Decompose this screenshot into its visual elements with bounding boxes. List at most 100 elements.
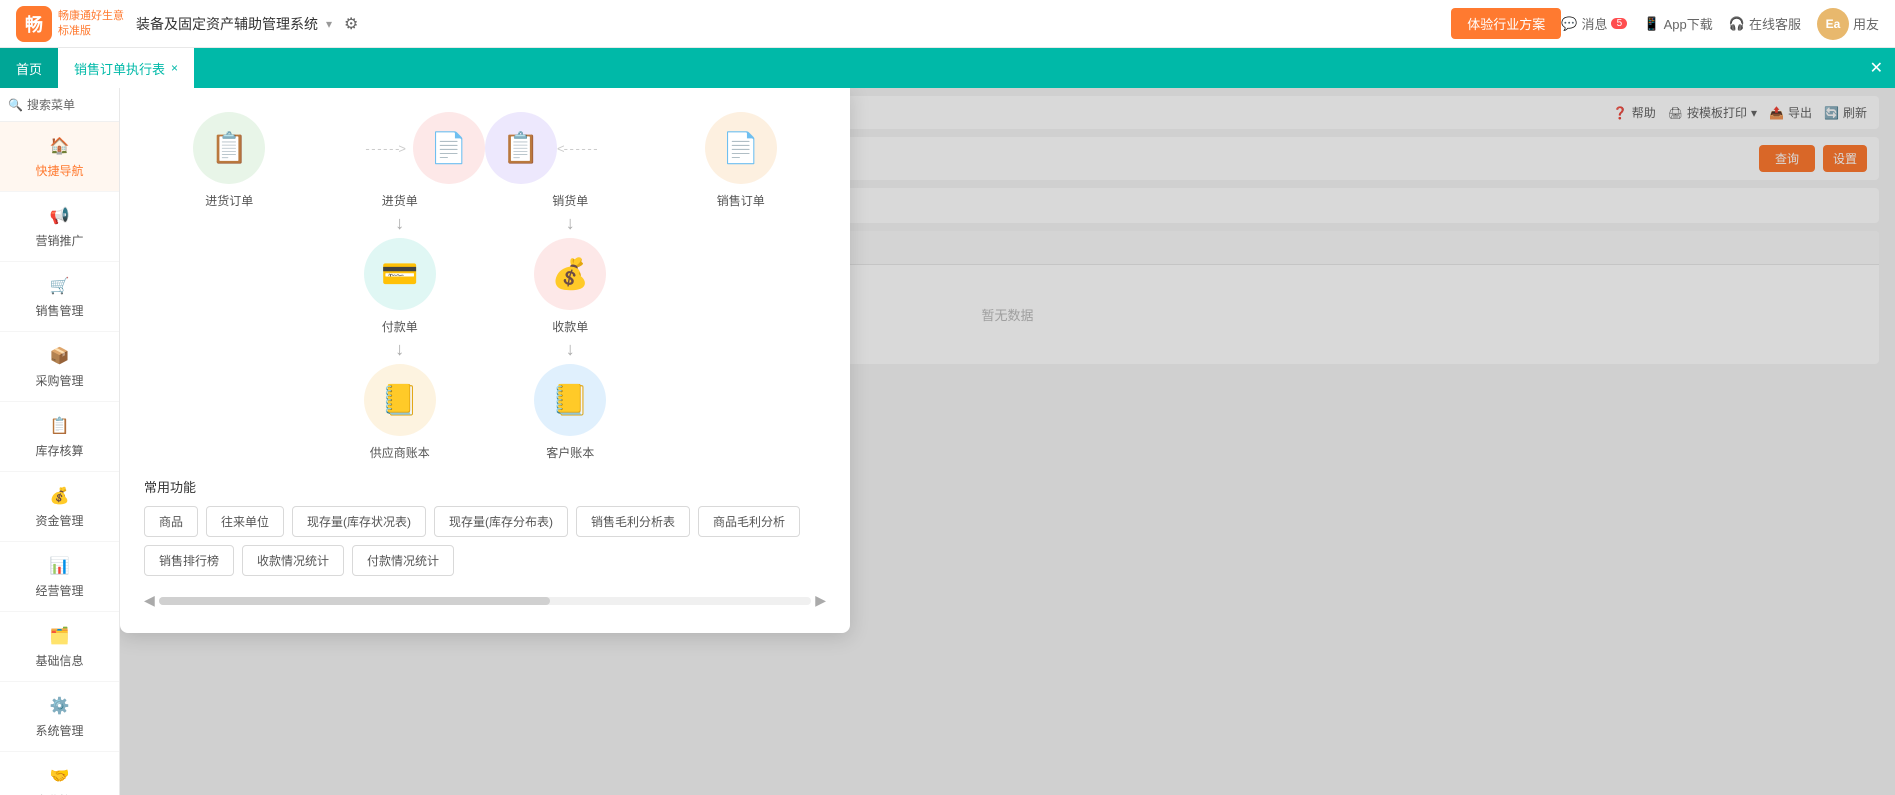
sidebar-item-label: 快捷导航	[35, 162, 83, 179]
sidebar-item-marketing[interactable]: 📢 营销推广	[0, 192, 119, 262]
sidebar-item-operations[interactable]: 📊 经营管理	[0, 542, 119, 612]
tab-home[interactable]: 首页	[0, 48, 58, 88]
sidebar-item-label: 系统管理	[35, 722, 83, 739]
purchase-order-icon: 📋	[193, 112, 265, 184]
customer-ledger-icon: 📒	[534, 364, 606, 436]
main-layout: 🔍 搜索菜单 🏠 快捷导航 📢 营销推广 🛒 销售管理 📦 采购管理 📋 库存核…	[0, 88, 1895, 795]
message-icon: 💬	[1561, 16, 1577, 32]
trial-button[interactable]: 体验行业方案	[1451, 8, 1561, 39]
home-icon: 🏠	[48, 134, 72, 158]
operations-icon: 📊	[48, 554, 72, 578]
cf-btn-payment-stats[interactable]: 付款情况统计	[352, 545, 454, 576]
sidebar-item-label: 采购管理	[35, 372, 83, 389]
purchase-order-label: 进货订单	[205, 192, 253, 209]
sidebar-search[interactable]: 🔍 搜索菜单	[0, 88, 119, 122]
online-service-item[interactable]: 🎧 在线客服	[1729, 14, 1801, 33]
cf-btn-partner[interactable]: 往来单位	[206, 506, 284, 537]
cf-btn-stock-dist[interactable]: 现存量(库存分布表)	[434, 506, 568, 537]
flow-item-purchase-order[interactable]: 📋 进货订单	[144, 112, 315, 209]
user-area[interactable]: Ea 用友	[1817, 8, 1879, 40]
flow-item-supplier-ledger[interactable]: 📒 供应商账本	[315, 364, 486, 461]
sidebar-item-label: 经营管理	[35, 582, 83, 599]
receipt-icon: 💰	[534, 238, 606, 310]
cf-btn-receipt-stats[interactable]: 收款情况统计	[242, 545, 344, 576]
arrow-down-purchase: ↓	[315, 209, 486, 238]
cf-buttons: 商品 往来单位 现存量(库存状况表) 现存量(库存分布表) 销售毛利分析表 商品…	[144, 506, 826, 537]
system-dropdown-arrow[interactable]: ▾	[326, 17, 332, 31]
user-name: 用友	[1853, 14, 1879, 33]
purchase-bill-icon: 📄	[413, 112, 485, 184]
flow-item-sales-order[interactable]: 📄 销售订单	[656, 112, 827, 209]
flow-item-customer-ledger[interactable]: 📒 客户账本	[485, 364, 656, 461]
app-download-label: App下载	[1664, 14, 1713, 33]
search-icon: 🔍	[8, 98, 23, 112]
headset-icon: 🎧	[1729, 16, 1745, 32]
home-tab-label: 首页	[16, 59, 42, 78]
scroll-right-icon[interactable]: ▶	[815, 592, 826, 609]
tab-close-icon[interactable]: ×	[171, 61, 178, 75]
flow-item-receipt[interactable]: 💰 收款单	[485, 238, 656, 335]
sidebar-item-finance[interactable]: 💰 资金管理	[0, 472, 119, 542]
arrow-down-receipt: ↓	[485, 335, 656, 364]
popup-overlay: 📋 进货订单 - - - - - -> 📄	[120, 88, 1895, 795]
system-title-text: 装备及固定资产辅助管理系统	[136, 14, 318, 34]
sidebar-item-base-info[interactable]: 🗂️ 基础信息	[0, 612, 119, 682]
flow-col-3: 📋 <- - - - - - 销货单	[485, 112, 656, 209]
top-header: 畅 畅康通好生意 标准版 装备及固定资产辅助管理系统 ▾ ⚙ 体验行业方案 💬 …	[0, 0, 1895, 48]
sidebar-item-system[interactable]: ⚙️ 系统管理	[0, 682, 119, 752]
sidebar-item-sales[interactable]: 🛒 销售管理	[0, 262, 119, 332]
supplier-ledger-icon: 📒	[364, 364, 436, 436]
sidebar-item-label: 资金管理	[35, 512, 83, 529]
phone-icon: 📱	[1643, 16, 1659, 32]
common-functions: 常用功能 商品 往来单位 现存量(库存状况表) 现存量(库存分布表) 销售毛利分…	[144, 477, 826, 576]
marketing-icon: 📢	[48, 204, 72, 228]
tab-sales-order[interactable]: 销售订单执行表 ×	[58, 48, 194, 88]
sidebar-item-enterprise[interactable]: 🤝 企业协同	[0, 752, 119, 795]
message-badge: 5	[1611, 18, 1627, 29]
sales-bill-label: 销货单	[552, 192, 588, 209]
flow-diagram: 📋 进货订单 - - - - - -> 📄	[144, 112, 826, 461]
supplier-ledger-label: 供应商账本	[370, 444, 430, 461]
sidebar-item-purchase[interactable]: 📦 采购管理	[0, 332, 119, 402]
header-right: 💬 消息 5 📱 App下载 🎧 在线客服 Ea 用友	[1561, 8, 1879, 40]
message-item[interactable]: 💬 消息 5	[1561, 14, 1627, 33]
enterprise-icon: 🤝	[48, 764, 72, 788]
window-close-icon[interactable]: ✕	[1870, 58, 1883, 78]
cf-btn-sales-gross[interactable]: 销售毛利分析表	[576, 506, 690, 537]
app-download-item[interactable]: 📱 App下载	[1643, 14, 1712, 33]
flow-item-payment[interactable]: 💳 付款单	[315, 238, 486, 335]
flow-col-2: - - - - - -> 📄 进货单	[315, 112, 486, 209]
purchase-bill-label: 进货单	[382, 192, 418, 209]
gear-icon[interactable]: ⚙	[344, 14, 358, 34]
content-area: ❓ 帮助 🖨 按模板打印 ▾ 📤 导出 🔄 刷新	[120, 88, 1895, 795]
cf-btn-product[interactable]: 商品	[144, 506, 198, 537]
sidebar-item-label: 库存核算	[35, 442, 83, 459]
sales-bill-icon: 📋	[485, 112, 557, 184]
sidebar-item-inventory[interactable]: 📋 库存核算	[0, 402, 119, 472]
scrollbar-track[interactable]	[159, 597, 811, 605]
sales-order-label: 销售订单	[717, 192, 765, 209]
sidebar-item-quick-nav[interactable]: 🏠 快捷导航	[0, 122, 119, 192]
payment-icon: 💳	[364, 238, 436, 310]
system-icon: ⚙️	[48, 694, 72, 718]
base-info-icon: 🗂️	[48, 624, 72, 648]
purchase-icon: 📦	[48, 344, 72, 368]
sales-order-tab-label: 销售订单执行表	[74, 59, 165, 78]
cf-btn-product-gross[interactable]: 商品毛利分析	[698, 506, 800, 537]
online-service-label: 在线客服	[1749, 14, 1801, 33]
sales-icon: 🛒	[48, 274, 72, 298]
cf-btn-sales-rank[interactable]: 销售排行榜	[144, 545, 234, 576]
cf-buttons-row2: 销售排行榜 收款情况统计 付款情况统计	[144, 545, 826, 576]
cf-btn-stock-status[interactable]: 现存量(库存状况表)	[292, 506, 426, 537]
sidebar-search-label: 搜索菜单	[27, 96, 75, 113]
sales-order-icon: 📄	[705, 112, 777, 184]
receipt-label: 收款单	[552, 318, 588, 335]
logo-icon: 畅	[16, 6, 52, 42]
payment-label: 付款单	[382, 318, 418, 335]
finance-icon: 💰	[48, 484, 72, 508]
popup-box: 📋 进货订单 - - - - - -> 📄	[120, 88, 850, 633]
system-title-area: 装备及固定资产辅助管理系统 ▾ ⚙	[136, 14, 1439, 34]
logo-area: 畅 畅康通好生意 标准版	[16, 6, 136, 42]
sidebar-item-label: 销售管理	[35, 302, 83, 319]
scroll-left-icon[interactable]: ◀	[144, 592, 155, 609]
